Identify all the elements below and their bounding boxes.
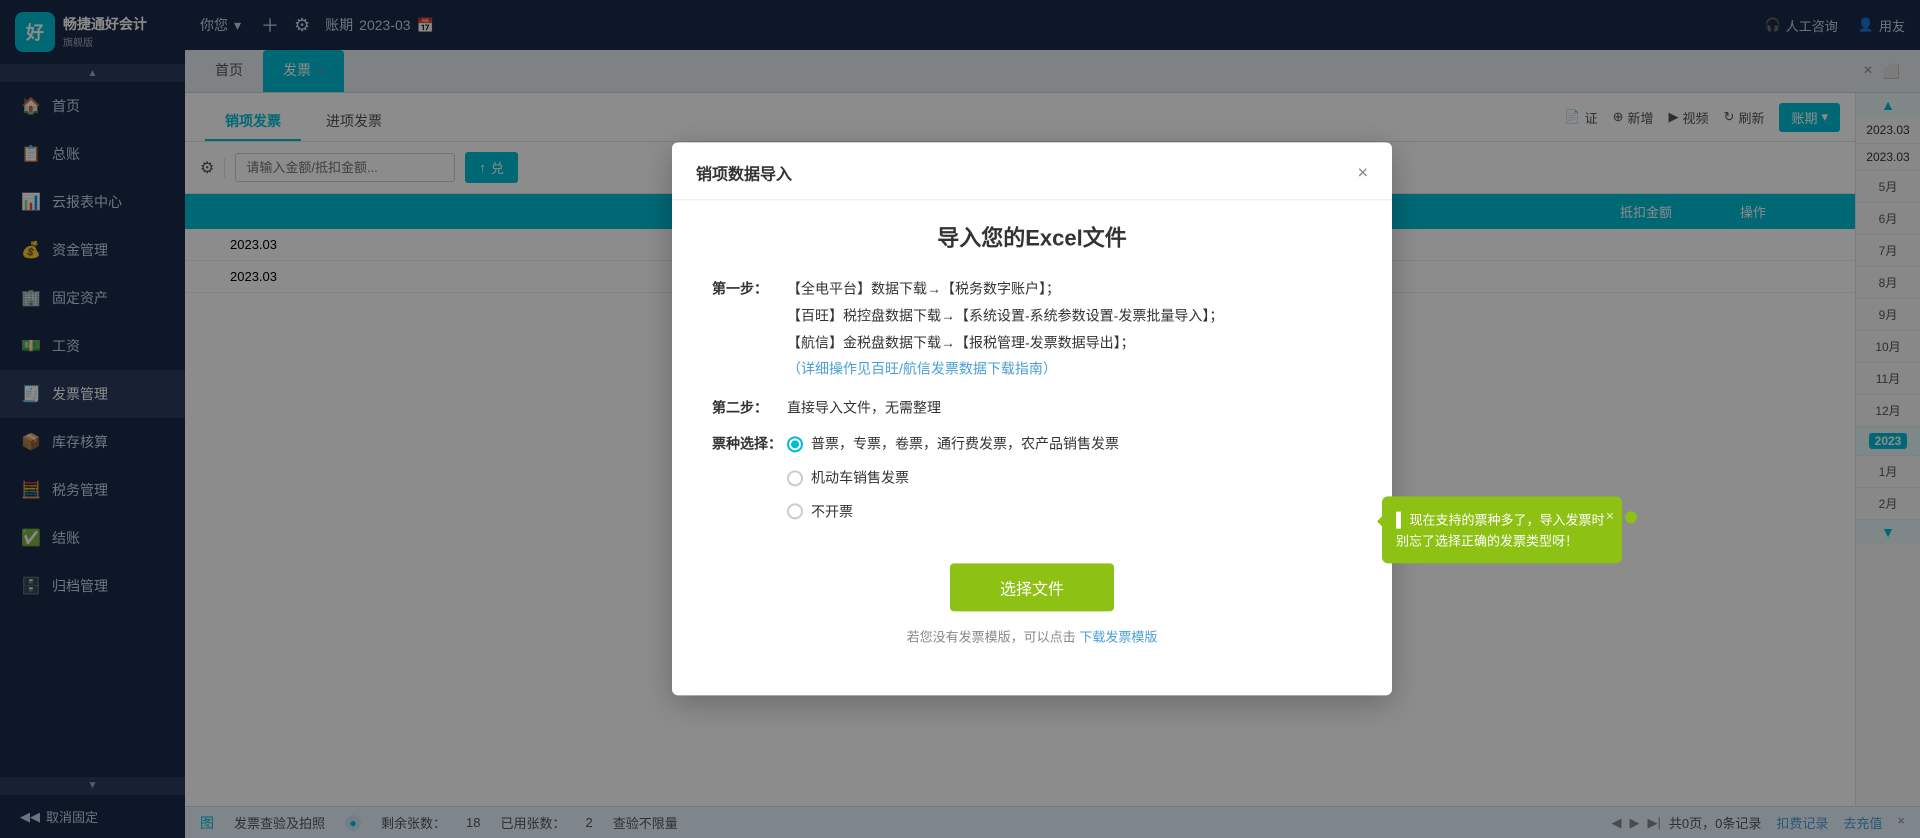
- guide-link[interactable]: （详细操作见百旺/航信发票数据下载指南）: [787, 361, 1057, 377]
- step1-label: 第一步：: [712, 277, 787, 384]
- ticket-label: 票种选择：: [712, 432, 787, 456]
- modal-main-title: 导入您的Excel文件: [712, 220, 1352, 252]
- radio-selected-icon: [787, 436, 803, 452]
- modal-header: 销项数据导入 ×: [672, 142, 1392, 200]
- step2-label: 第二步：: [712, 397, 787, 421]
- select-file-button[interactable]: 选择文件: [950, 564, 1114, 612]
- modal-close-button[interactable]: ×: [1357, 162, 1368, 183]
- ticket-option-3[interactable]: 不开票: [787, 500, 1352, 524]
- modal-body: 导入您的Excel文件 第一步： 【全电平台】数据下载→【税务数字账户】； 【百…: [672, 200, 1392, 665]
- import-modal: 销项数据导入 × 导入您的Excel文件 第一步： 【全电平台】数据下载→【税务…: [672, 142, 1392, 695]
- modal-title: 销项数据导入: [696, 160, 792, 184]
- radio-unselected-icon: [787, 470, 803, 486]
- step2-row: 第二步： 直接导入文件，无需整理: [712, 397, 1352, 421]
- download-template-link[interactable]: 下载发票模版: [1079, 630, 1157, 645]
- radio-unselected-icon2: [787, 504, 803, 520]
- tooltip-bubble: × ▌ 现在支持的票种多了，导入发票时别忘了选择正确的发票类型呀！: [1382, 496, 1622, 564]
- tooltip-close-button[interactable]: ×: [1606, 504, 1614, 526]
- tooltip-dot: [1625, 511, 1637, 523]
- step2-content: 直接导入文件，无需整理: [787, 397, 1352, 421]
- ticket-options: 普票，专票，卷票，通行费发票，农产品销售发票 机动车销售发票 × ▌ 现在支持的…: [787, 432, 1352, 533]
- ticket-option-1[interactable]: 普票，专票，卷票，通行费发票，农产品销售发票: [787, 432, 1352, 456]
- step1-row: 第一步： 【全电平台】数据下载→【税务数字账户】； 【百旺】税控盘数据下载→【系…: [712, 277, 1352, 384]
- step1-content: 【全电平台】数据下载→【税务数字账户】； 【百旺】税控盘数据下载→【系统设置-系…: [787, 277, 1352, 384]
- tooltip-bar: ▌: [1396, 511, 1406, 527]
- ticket-row: 票种选择： 普票，专票，卷票，通行费发票，农产品销售发票 机动车销售发票 × ▌: [712, 432, 1352, 543]
- template-link-row: 若您没有发票模版，可以点击 下载发票模版: [712, 627, 1352, 646]
- ticket-option-2[interactable]: 机动车销售发票 × ▌ 现在支持的票种多了，导入发票时别忘了选择正确的发票类型呀…: [787, 466, 1352, 490]
